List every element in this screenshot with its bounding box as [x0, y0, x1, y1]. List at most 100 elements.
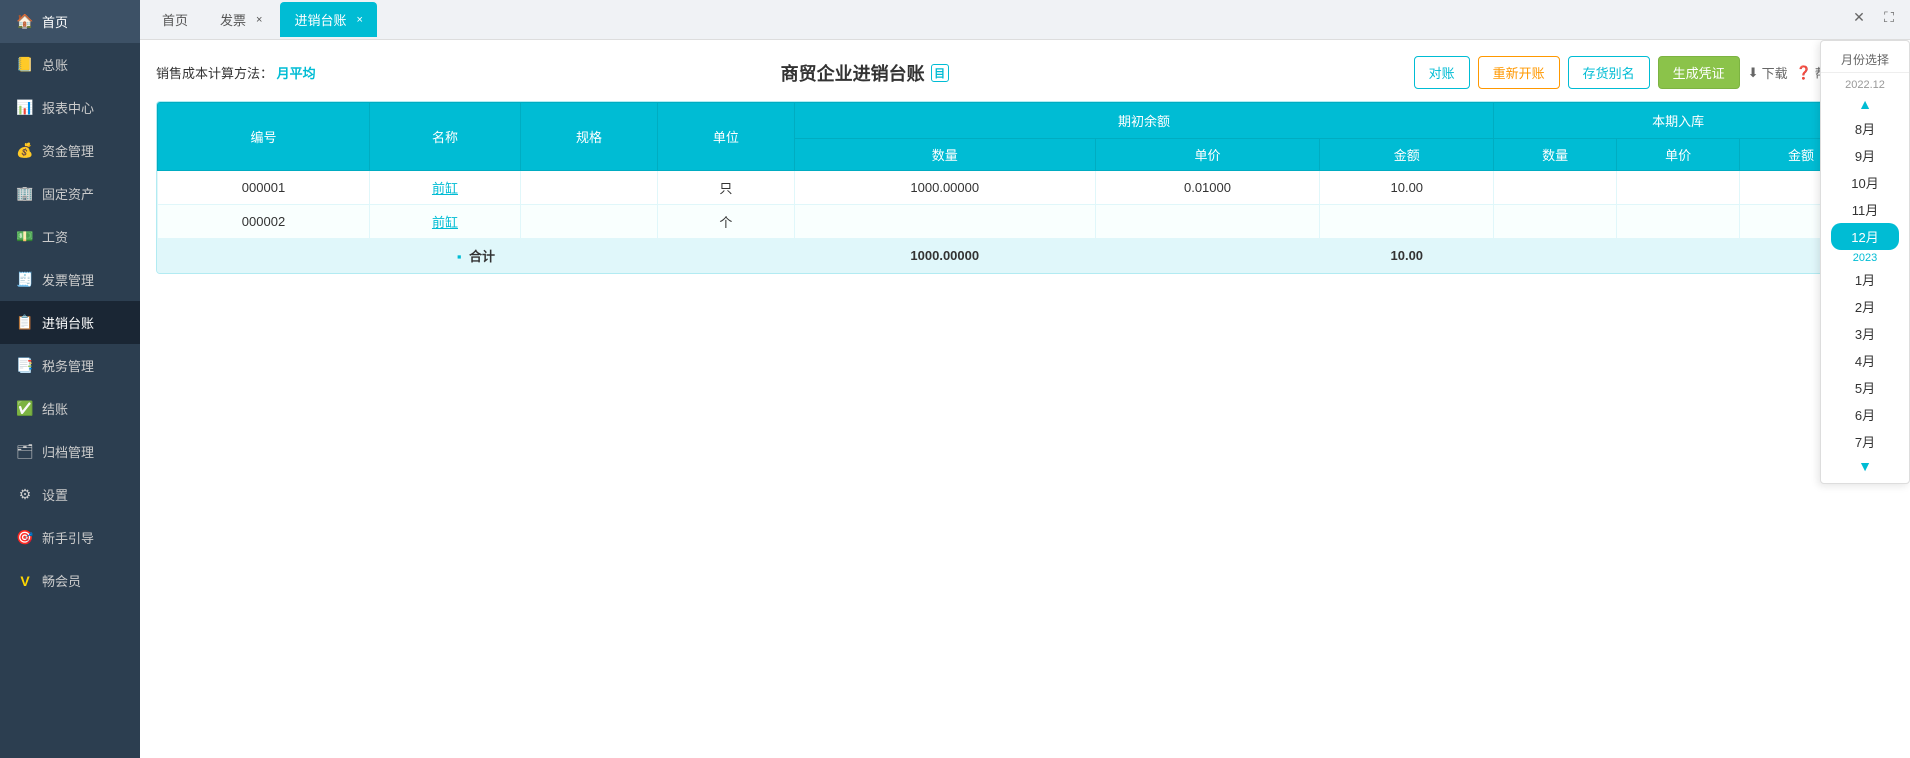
total-text: 合计	[469, 249, 495, 264]
month-item-11[interactable]: 11月	[1821, 196, 1909, 223]
fund-icon: 💰	[16, 142, 34, 159]
sidebar-item-label: 税务管理	[42, 356, 94, 375]
scroll-down-button[interactable]: ▼	[1821, 455, 1909, 477]
sidebar-item-label: 首页	[42, 12, 68, 31]
month-item-3[interactable]: 3月	[1821, 320, 1909, 347]
inventory-icon: 📋	[16, 314, 34, 331]
table-row[interactable]: 000001 前缸 只 1000.00000 0.01000 10.00	[158, 171, 1893, 205]
save-alias-button[interactable]: 存货别名	[1568, 56, 1650, 89]
settings-icon: ⚙	[16, 486, 34, 503]
generate-voucher-button[interactable]: 生成凭证	[1658, 56, 1740, 89]
cell-ob-amount: 10.00	[1320, 171, 1494, 205]
close-window-button[interactable]: ✕	[1848, 6, 1870, 28]
month-item-10[interactable]: 10月	[1821, 169, 1909, 196]
sidebar-item-settings[interactable]: ⚙ 设置	[0, 473, 140, 516]
sidebar-item-general-ledger[interactable]: 📒 总账	[0, 43, 140, 86]
total-in-price	[1617, 239, 1740, 273]
sidebar-item-home[interactable]: 🏠 首页	[0, 0, 140, 43]
sidebar-item-settlement[interactable]: ✅ 结账	[0, 387, 140, 430]
month-item-12[interactable]: 12月	[1831, 223, 1899, 250]
month-item-8[interactable]: 8月	[1821, 115, 1909, 142]
sidebar-item-inventory[interactable]: 📋 进销台账	[0, 301, 140, 344]
cell-in-price	[1617, 205, 1740, 239]
cell-unit: 个	[657, 205, 794, 239]
tab-bar: 首页 发票 × 进销台账 ×	[140, 0, 1910, 40]
page-title-text: 商贸企业进销台账	[781, 60, 925, 86]
cell-ob-amount	[1320, 205, 1494, 239]
tab-invoice-close[interactable]: ×	[256, 14, 262, 26]
tab-home-label: 首页	[162, 10, 188, 29]
report-icon: 📊	[16, 99, 34, 116]
sidebar-item-fixed-assets[interactable]: 🏢 固定资产	[0, 172, 140, 215]
ledger-icon: 📒	[16, 56, 34, 73]
sub-header-ob-price: 单价	[1095, 139, 1320, 171]
sidebar-item-label: 总账	[42, 55, 68, 74]
tab-home[interactable]: 首页	[148, 2, 202, 37]
sidebar-item-payroll[interactable]: 💵 工资	[0, 215, 140, 258]
sidebar-item-label: 归档管理	[42, 442, 94, 461]
archive-icon: 🗂	[16, 443, 34, 460]
month-item-7[interactable]: 7月	[1821, 428, 1909, 455]
download-label: 下载	[1762, 63, 1788, 82]
sidebar-item-tax-management[interactable]: 📑 税务管理	[0, 344, 140, 387]
sub-header-in-qty: 数量	[1494, 139, 1617, 171]
total-in-qty	[1494, 239, 1617, 273]
info-icon[interactable]: 目	[931, 64, 949, 82]
sub-header-ob-qty: 数量	[794, 139, 1095, 171]
download-button[interactable]: ⬇ 下载	[1748, 63, 1788, 82]
col-header-code: 编号	[158, 103, 370, 171]
tab-invoice[interactable]: 发票 ×	[206, 2, 276, 37]
assets-icon: 🏢	[16, 185, 34, 202]
sidebar-item-label: 固定资产	[42, 184, 94, 203]
col-header-opening-balance: 期初余额	[794, 103, 1493, 139]
cell-in-price	[1617, 171, 1740, 205]
sidebar-item-archive[interactable]: 🗂 归档管理	[0, 430, 140, 473]
vip-icon: V	[16, 573, 34, 589]
cell-spec	[520, 171, 657, 205]
main-area: ✕ ⛶ 首页 发票 × 进销台账 × 销售成本计算方法： 月平均 商贸企业进销台…	[140, 0, 1910, 758]
sidebar-item-guide[interactable]: 🎯 新手引导	[0, 516, 140, 559]
scroll-up-button[interactable]: ▲	[1821, 93, 1909, 115]
year-2023-label: 2023	[1821, 250, 1909, 266]
sidebar-item-label: 新手引导	[42, 528, 94, 547]
reconcile-button[interactable]: 对账	[1414, 56, 1470, 89]
guide-icon: 🎯	[16, 529, 34, 546]
tax-icon: 📑	[16, 357, 34, 374]
month-item-9[interactable]: 9月	[1821, 142, 1909, 169]
month-item-6[interactable]: 6月	[1821, 401, 1909, 428]
sidebar-item-fund-management[interactable]: 💰 资金管理	[0, 129, 140, 172]
month-item-4[interactable]: 4月	[1821, 347, 1909, 374]
sidebar-item-vip[interactable]: V 畅会员	[0, 559, 140, 602]
cost-method: 销售成本计算方法： 月平均	[156, 63, 316, 82]
col-header-current-in: 本期入库	[1494, 103, 1863, 139]
year-2022-label: 2022.12	[1821, 77, 1909, 93]
cell-in-qty	[1494, 205, 1617, 239]
table-row[interactable]: 000002 前缸 个	[158, 205, 1893, 239]
sidebar-item-label: 结账	[42, 399, 68, 418]
reopen-button[interactable]: 重新开账	[1478, 56, 1560, 89]
month-item-5[interactable]: 5月	[1821, 374, 1909, 401]
sidebar-item-report-center[interactable]: 📊 报表中心	[0, 86, 140, 129]
cell-in-qty	[1494, 171, 1617, 205]
month-item-2[interactable]: 2月	[1821, 293, 1909, 320]
sidebar: 🏠 首页 📒 总账 📊 报表中心 💰 资金管理 🏢 固定资产 💵 工资 🧾 发票…	[0, 0, 140, 758]
tab-inventory-close[interactable]: ×	[356, 14, 362, 26]
total-ob-amount: 10.00	[1320, 239, 1494, 273]
month-item-1[interactable]: 1月	[1821, 266, 1909, 293]
maximize-window-button[interactable]: ⛶	[1878, 6, 1900, 28]
cell-code: 000002	[158, 205, 370, 239]
cell-ob-qty	[794, 205, 1095, 239]
cell-name: 前缸	[369, 171, 520, 205]
sidebar-item-label: 发票管理	[42, 270, 94, 289]
cell-unit: 只	[657, 171, 794, 205]
sidebar-item-label: 畅会员	[42, 571, 81, 590]
payroll-icon: 💵	[16, 228, 34, 245]
col-header-name: 名称	[369, 103, 520, 171]
cell-ob-price: 0.01000	[1095, 171, 1320, 205]
sidebar-item-invoice-management[interactable]: 🧾 发票管理	[0, 258, 140, 301]
page-header-row: 销售成本计算方法： 月平均 商贸企业进销台账 目 对账 重新开账 存货别名 生成…	[156, 56, 1894, 89]
tab-inventory[interactable]: 进销台账 ×	[280, 2, 376, 37]
total-icon: ▪	[457, 249, 462, 264]
sidebar-item-label: 进销台账	[42, 313, 94, 332]
total-label: ▪ 合计	[158, 239, 795, 273]
